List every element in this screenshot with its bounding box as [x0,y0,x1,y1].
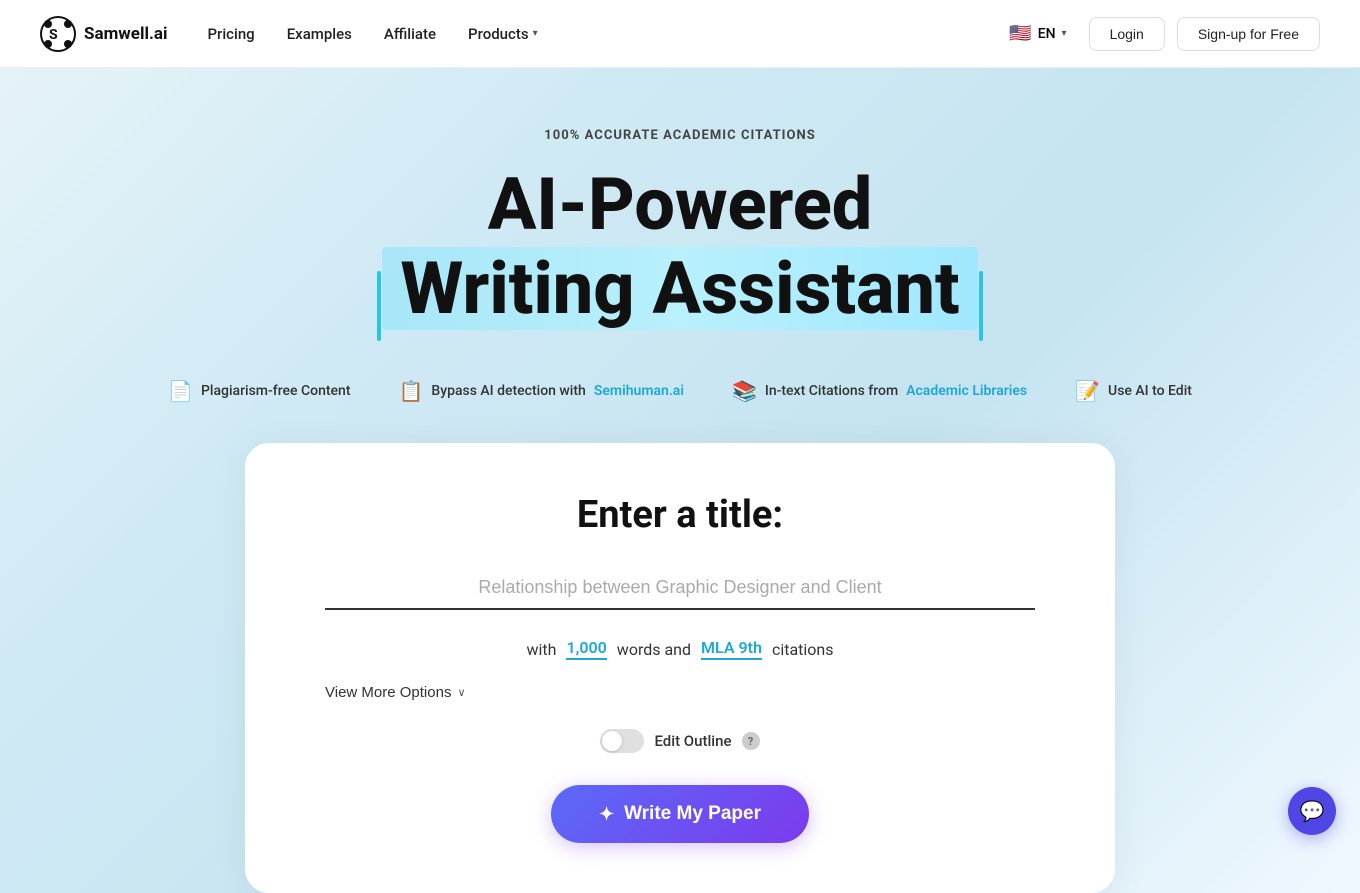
citations-style-value[interactable]: MLA 9th [701,638,762,660]
star-icon: ✦ [599,804,614,825]
navbar: S Samwell.ai Pricing Examples Affiliate … [0,0,1360,68]
signup-button[interactable]: Sign-up for Free [1177,17,1320,51]
edit-outline-row: Edit Outline ? [325,729,1035,753]
nav-examples[interactable]: Examples [287,25,352,43]
words-value[interactable]: 1,000 [566,638,606,660]
products-chevron-icon: ▾ [533,28,538,39]
card-title: Enter a title: [325,493,1035,537]
hero-section: 100% ACCURATE ACADEMIC CITATIONS AI-Powe… [0,68,1360,403]
citations-icon: 📚 [732,379,757,403]
feature-plagiarism: 📄 Plagiarism-free Content [168,379,350,403]
options-row: with 1,000 words and MLA 9th citations [325,638,1035,660]
login-button[interactable]: Login [1089,17,1165,51]
feature-edit: 📝 Use AI to Edit [1075,379,1192,403]
write-paper-button[interactable]: ✦ Write My Paper [551,785,809,843]
view-more-button[interactable]: View More Options ∨ [325,684,466,701]
logo[interactable]: S Samwell.ai [40,16,167,52]
semihuman-link[interactable]: Semihuman.ai [594,383,684,399]
svg-text:S: S [49,27,58,43]
main-card: Enter a title: with 1,000 words and MLA … [245,443,1115,893]
bypass-icon: 📋 [398,379,423,403]
edit-outline-label: Edit Outline [654,732,731,750]
hero-title-line2: Writing Assistant [382,247,977,331]
lang-chevron-icon: ▾ [1062,28,1067,39]
title-input[interactable] [325,569,1035,608]
help-icon[interactable]: ? [742,732,760,750]
language-selector[interactable]: 🇺🇸 EN ▾ [999,17,1076,50]
feature-citations: 📚 In-text Citations from Academic Librar… [732,379,1027,403]
logo-text: Samwell.ai [84,24,167,44]
features-row: 📄 Plagiarism-free Content 📋 Bypass AI de… [20,379,1340,403]
chat-bubble-button[interactable]: 💬 [1288,787,1336,835]
view-more-chevron-icon: ∨ [457,686,465,699]
title-input-wrap [325,569,1035,610]
cursor-right [979,271,983,341]
card-wrap: Enter a title: with 1,000 words and MLA … [0,443,1360,893]
cursor-left [377,271,381,341]
nav-affiliate[interactable]: Affiliate [384,25,436,43]
toggle-knob [602,731,622,751]
nav-pricing[interactable]: Pricing [207,25,254,43]
chat-icon: 💬 [1300,799,1325,823]
edit-outline-toggle[interactable] [600,729,644,753]
hero-title-line1: AI-Powered [20,167,1340,243]
logo-icon: S [40,16,76,52]
feature-bypass: 📋 Bypass AI detection with Semihuman.ai [398,379,683,403]
edit-icon: 📝 [1075,379,1100,403]
academic-libraries-link[interactable]: Academic Libraries [906,383,1027,399]
nav-products[interactable]: Products ▾ [468,25,538,43]
flag-icon: 🇺🇸 [1009,23,1031,44]
plagiarism-icon: 📄 [168,379,193,403]
hero-badge: 100% ACCURATE ACADEMIC CITATIONS [20,128,1340,143]
